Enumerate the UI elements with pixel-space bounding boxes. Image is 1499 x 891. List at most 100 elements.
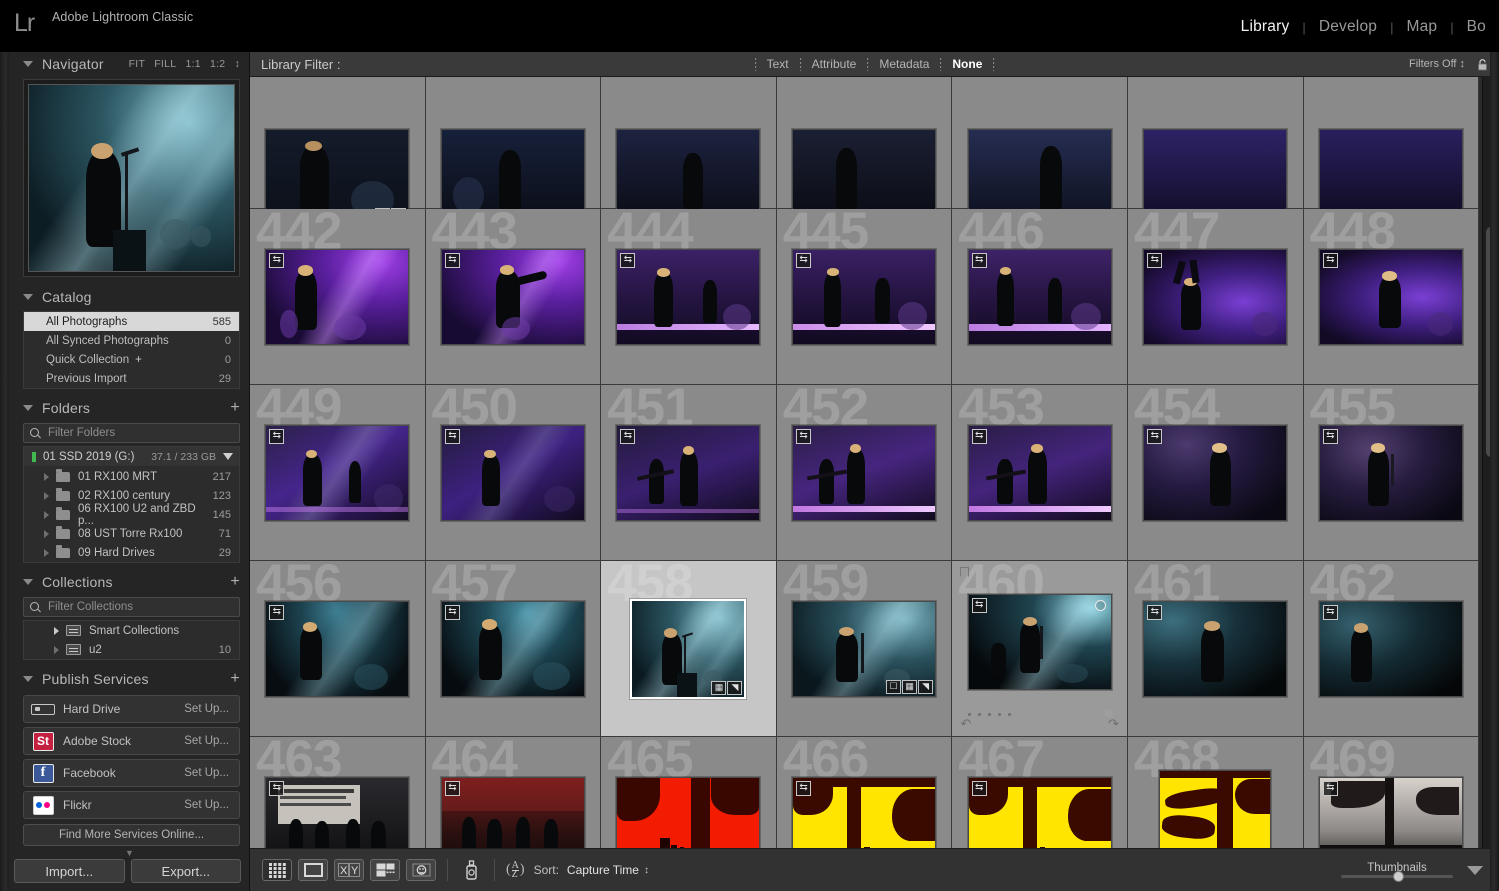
collapse-triangle-icon[interactable] (23, 676, 33, 682)
publish-service-action[interactable]: Set Up... (184, 767, 229, 779)
grid-view-button[interactable] (262, 859, 292, 881)
grid-cell[interactable]: 445 ⇆ (777, 209, 953, 385)
grid-cell[interactable] (1304, 77, 1480, 209)
badge-metadata-icon[interactable]: ⇆ (1323, 253, 1338, 268)
thumbnail[interactable]: ☐ ▦ ◥ (616, 777, 760, 849)
folder-item-2[interactable]: 06 RX100 U2 and ZBD p... 145 (24, 505, 239, 524)
module-book[interactable]: Bo (1454, 18, 1499, 36)
zoom-fill[interactable]: FILL (154, 58, 176, 70)
folder-drive-row[interactable]: 01 SSD 2019 (G:) 37.1 / 233 GB (24, 447, 239, 467)
export-button[interactable]: Export... (131, 859, 242, 883)
thumbnail[interactable]: ⇆ (616, 425, 760, 521)
module-map[interactable]: Map (1393, 18, 1450, 36)
badge-crop-icon[interactable]: ▦ (902, 680, 917, 694)
filter-option-metadata[interactable]: Metadata (868, 57, 940, 71)
expand-arrow-icon[interactable] (44, 492, 49, 500)
publish-service-hard-drive[interactable]: Hard Drive Set Up... (23, 695, 240, 723)
expand-arrow-icon[interactable] (44, 530, 49, 538)
find-more-services-button[interactable]: Find More Services Online... (23, 824, 240, 846)
badge-metadata-icon[interactable]: ⇆ (1323, 781, 1338, 796)
grid-cell-hovered[interactable]: 460 ⇆ ↶ ↷ (952, 561, 1128, 737)
expand-arrow-icon[interactable] (44, 549, 49, 557)
compare-view-button[interactable]: X Y (334, 859, 364, 881)
filters-off-dropdown[interactable]: Filters Off ↕ (1409, 58, 1465, 70)
badge-metadata-icon[interactable]: ⇆ (972, 781, 987, 796)
filter-option-none[interactable]: None (941, 57, 993, 71)
grid-cell[interactable]: 454 ⇆ (1128, 385, 1304, 561)
filter-option-text[interactable]: Text (756, 57, 800, 71)
badge-metadata-icon[interactable]: ⇆ (796, 781, 811, 796)
grid-cell[interactable]: 465 ☐ ▦ ◥ (601, 737, 777, 848)
badge-metadata-icon[interactable]: ⇆ (620, 253, 635, 268)
badge-metadata-icon[interactable]: ⇆ (972, 598, 987, 613)
sort-direction-icon[interactable]: ( AZ ) (506, 862, 525, 879)
thumbnail[interactable]: ⇆ (968, 594, 1112, 690)
grid-cell[interactable]: 459 ☐ ▦ ◥ (777, 561, 953, 737)
badge-metadata-icon[interactable]: ⇆ (620, 429, 635, 444)
grid-cell[interactable] (952, 77, 1128, 209)
grid-cell[interactable]: 457 ⇆ (426, 561, 602, 737)
sort-stepper-icon[interactable]: ↕ (644, 865, 649, 876)
sort-value[interactable]: Capture Time (567, 863, 639, 877)
grid-cell[interactable]: 462 ⇆ (1304, 561, 1480, 737)
badge-metadata-icon[interactable]: ⇆ (269, 605, 284, 620)
badge-metadata-icon[interactable]: ⇆ (1323, 429, 1338, 444)
expand-arrow-icon[interactable] (54, 627, 59, 635)
lock-icon[interactable] (1476, 58, 1489, 71)
rating-stars[interactable] (968, 713, 1011, 716)
filter-option-attribute[interactable]: Attribute (801, 57, 868, 71)
grid-cell[interactable]: 443 ⇆ (426, 209, 602, 385)
badge-metadata-icon[interactable]: ⇆ (445, 253, 460, 268)
painter-tool-button[interactable] (459, 859, 483, 881)
thumbnail[interactable]: ⇆ (265, 425, 409, 521)
catalog-header[interactable]: Catalog (9, 285, 250, 309)
expand-arrow-icon[interactable] (44, 473, 49, 481)
thumbnail[interactable]: ⇆ (1143, 249, 1287, 345)
grid-cell[interactable]: 446 ⇆ (952, 209, 1128, 385)
thumbnail[interactable]: ⇆ (968, 249, 1112, 345)
thumbnail[interactable]: ⇆ (792, 425, 936, 521)
thumbnail[interactable]: ⇆ (441, 601, 585, 697)
grid-cell[interactable]: 442 ⇆ (250, 209, 426, 385)
module-develop[interactable]: Develop (1306, 18, 1390, 36)
grid-cell[interactable]: 444 ⇆ (601, 209, 777, 385)
grid-cell[interactable]: 449 ⇆ (250, 385, 426, 561)
badge-metadata-icon[interactable]: ⇆ (972, 253, 987, 268)
badge-metadata-icon[interactable]: ⇆ (269, 429, 284, 444)
grid-cell[interactable]: 456 ⇆ (250, 561, 426, 737)
module-library[interactable]: Library (1228, 18, 1303, 36)
rotate-right-icon[interactable]: ↷ (1108, 716, 1119, 732)
publish-service-action[interactable]: Set Up... (184, 799, 229, 811)
grid-cell-selected[interactable]: 458 ▦ ◥ (601, 561, 777, 737)
thumbnail[interactable]: ⇆ (1319, 249, 1463, 345)
catalog-item-previous-import[interactable]: Previous Import 29 (24, 369, 239, 388)
zoom-1-1[interactable]: 1:1 (185, 58, 201, 70)
thumbnail[interactable]: ⇆ (265, 249, 409, 345)
thumbnail[interactable]: ⇆ (441, 425, 585, 521)
badge-metadata-icon[interactable]: ⇆ (445, 429, 460, 444)
publish-service-action[interactable]: Set Up... (184, 703, 229, 715)
badge-crop-icon[interactable]: ▦ (711, 681, 726, 695)
folder-item-0[interactable]: 01 RX100 MRT 217 (24, 467, 239, 486)
import-button[interactable]: Import... (14, 859, 125, 883)
thumbnail[interactable]: ⇆ (968, 777, 1112, 849)
publish-service-facebook[interactable]: f Facebook Set Up... (23, 759, 240, 787)
publish-service-action[interactable]: Set Up... (184, 735, 229, 747)
publish-services-header[interactable]: Publish Services + (9, 667, 250, 691)
thumbnail[interactable]: ⇆ (616, 249, 760, 345)
badge-metadata-icon[interactable]: ⇆ (445, 781, 460, 796)
badge-metadata-icon[interactable]: ⇆ (972, 429, 987, 444)
flag-icon[interactable] (960, 567, 969, 577)
chevron-down-icon[interactable] (223, 453, 233, 460)
collapse-triangle-icon[interactable] (23, 579, 33, 585)
add-folder-icon[interactable]: + (230, 400, 240, 416)
grid-cell[interactable]: 448 ⇆ (1304, 209, 1480, 385)
thumbnail[interactable]: ⇆ (1143, 425, 1287, 521)
badge-metadata-icon[interactable]: ⇆ (1147, 429, 1162, 444)
filter-collections-input[interactable]: Filter Collections (23, 597, 240, 617)
badge-collection-icon[interactable]: ☐ (886, 680, 901, 694)
grid-cell[interactable]: 450 ⇆ (426, 385, 602, 561)
folder-item-3[interactable]: 08 UST Torre Rx100 71 (24, 524, 239, 543)
grid-cell[interactable] (1128, 77, 1304, 209)
grid-cell[interactable]: 461 ⇆ (1128, 561, 1304, 737)
